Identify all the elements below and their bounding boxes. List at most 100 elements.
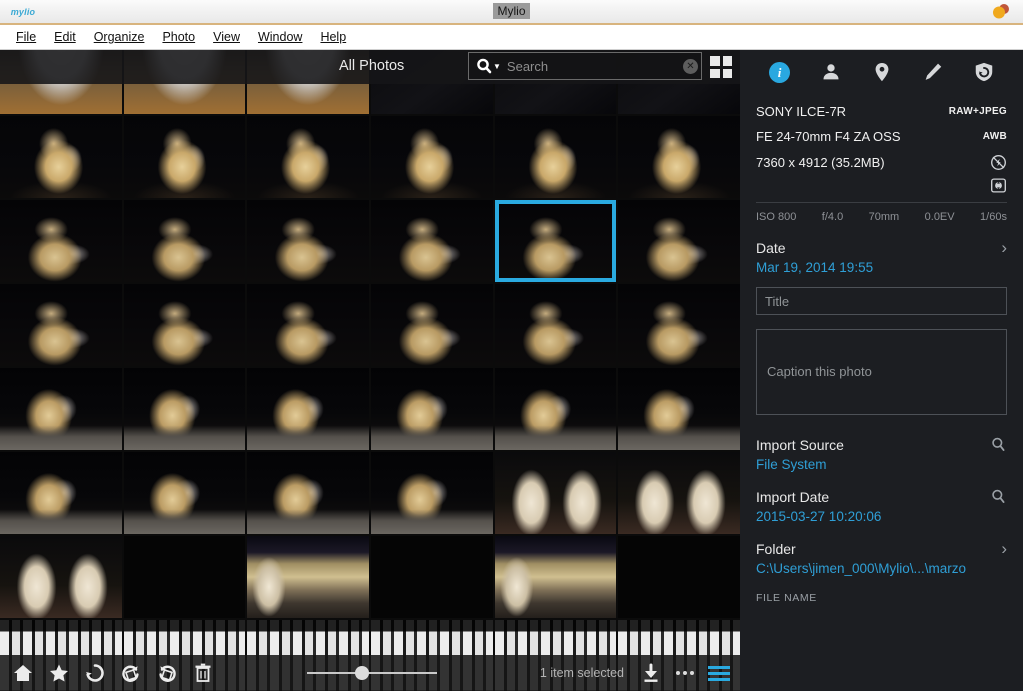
photo-thumbnail[interactable] [0, 368, 122, 450]
menu-help[interactable]: Help [312, 27, 354, 47]
photo-grid-area[interactable] [0, 50, 740, 691]
dimensions-row: 7360 x 4912 (35.2MB) [756, 154, 1007, 171]
photo-thumbnail[interactable] [370, 200, 493, 282]
import-date-value[interactable]: 2015-03-27 10:20:06 [756, 509, 1007, 524]
photo-thumbnail[interactable] [494, 116, 617, 198]
clear-icon[interactable]: ✕ [682, 58, 698, 74]
photo-thumbnail[interactable] [123, 284, 246, 366]
grid-view-icon[interactable] [710, 56, 732, 78]
photo-thumbnail[interactable] [618, 116, 740, 198]
folder-value[interactable]: C:\Users\jimen_000\Mylio\...\marzo [756, 561, 1007, 576]
photo-thumbnail[interactable] [618, 536, 740, 618]
file-name-label: FILE NAME [756, 592, 817, 604]
photo-image [370, 452, 493, 534]
photo-thumbnail[interactable] [618, 200, 740, 282]
photo-thumbnail[interactable] [0, 452, 122, 534]
import-source-section: Import Source File System [740, 420, 1023, 472]
import-date-section: Import Date 2015-03-27 10:20:06 [740, 472, 1023, 524]
menu-window[interactable]: Window [250, 27, 310, 47]
search-box[interactable]: ▼ ✕ [468, 52, 702, 80]
photo-thumbnail[interactable] [494, 284, 617, 366]
zoom-slider[interactable] [307, 666, 437, 680]
download-icon[interactable] [640, 662, 662, 684]
more-options-icon[interactable] [676, 671, 694, 675]
dot [676, 671, 680, 675]
photo-thumbnail[interactable] [494, 200, 617, 282]
date-section: Date › Mar 19, 2014 19:55 [740, 223, 1023, 275]
photo-image [123, 200, 246, 282]
caption-field[interactable] [756, 329, 1007, 415]
exif-exposure-comp: 0.0EV [924, 211, 955, 223]
refresh-icon[interactable] [84, 662, 106, 684]
photo-thumbnail[interactable] [123, 116, 246, 198]
hamburger-line [708, 665, 730, 669]
photo-thumbnail[interactable] [0, 284, 122, 366]
chevron-right-icon[interactable]: › [1001, 239, 1007, 256]
location-pin-icon [875, 63, 888, 82]
photo-thumbnail[interactable] [618, 284, 740, 366]
photo-thumbnail[interactable] [370, 536, 493, 618]
menu-organize[interactable]: Organize [86, 27, 153, 47]
tab-edit[interactable] [920, 59, 946, 85]
photo-image [494, 116, 617, 198]
photo-thumbnail[interactable] [247, 536, 369, 618]
list-view-icon[interactable] [708, 663, 730, 684]
menu-view[interactable]: View [205, 27, 248, 47]
photo-thumbnail[interactable] [494, 452, 617, 534]
window-title-text: Mylio [493, 3, 530, 19]
white-balance-badge: AWB [982, 131, 1007, 142]
photo-thumbnail[interactable] [247, 116, 369, 198]
photo-image [124, 536, 246, 618]
tab-places[interactable] [869, 59, 895, 85]
zoom-slider-knob[interactable] [354, 666, 369, 680]
tab-sync[interactable] [971, 59, 997, 85]
chevron-right-icon[interactable]: › [1001, 540, 1007, 557]
import-source-value[interactable]: File System [756, 457, 1007, 472]
selection-status: 1 item selected [539, 666, 624, 680]
home-icon[interactable] [12, 662, 34, 684]
photo-thumbnail[interactable] [494, 368, 617, 450]
photo-thumbnail[interactable] [0, 116, 122, 198]
photo-thumbnail[interactable] [247, 368, 369, 450]
star-icon[interactable] [48, 662, 70, 684]
tab-info[interactable]: i [767, 59, 793, 85]
date-value[interactable]: Mar 19, 2014 19:55 [756, 260, 1007, 275]
photo-thumbnail[interactable] [370, 452, 493, 534]
trash-icon[interactable] [192, 662, 214, 684]
photo-image [494, 284, 617, 366]
photo-thumbnail[interactable] [618, 368, 740, 450]
photo-thumbnail[interactable] [370, 284, 493, 366]
photo-image [247, 200, 369, 282]
photo-thumbnail[interactable] [247, 284, 369, 366]
menu-file[interactable]: File [8, 27, 44, 47]
rotate-right-icon[interactable] [156, 662, 178, 684]
photo-thumbnail[interactable] [247, 200, 369, 282]
magnifier-icon[interactable] [990, 436, 1007, 453]
magnifier-icon[interactable] [990, 488, 1007, 505]
menu-edit[interactable]: Edit [46, 27, 84, 47]
photo-thumbnail[interactable] [123, 452, 246, 534]
chevron-down-icon[interactable]: ▼ [493, 62, 501, 71]
metering-mode-icon [991, 178, 1006, 193]
exif-iso: ISO 800 [756, 211, 797, 223]
photo-thumbnail[interactable] [123, 368, 246, 450]
photo-thumbnail[interactable] [123, 536, 246, 618]
folder-header[interactable]: Folder › [756, 540, 1007, 557]
photo-thumbnail[interactable] [370, 368, 493, 450]
photo-thumbnail[interactable] [618, 452, 740, 534]
photo-thumbnail[interactable] [0, 200, 122, 282]
photo-thumbnail[interactable] [370, 116, 493, 198]
photo-thumbnail[interactable] [247, 452, 369, 534]
photo-thumbnail[interactable] [123, 200, 246, 282]
menu-help-label: Help [320, 30, 347, 44]
hamburger-line [708, 677, 730, 681]
date-header[interactable]: Date › [756, 239, 1007, 256]
menu-photo[interactable]: Photo [154, 27, 203, 47]
rotate-left-icon[interactable] [120, 662, 142, 684]
title-field[interactable] [756, 287, 1007, 315]
photo-thumbnail[interactable] [0, 536, 122, 618]
search-input[interactable] [506, 58, 683, 74]
tab-people[interactable] [818, 59, 844, 85]
menu-window-label: Window [257, 30, 303, 44]
photo-thumbnail[interactable] [494, 536, 617, 618]
